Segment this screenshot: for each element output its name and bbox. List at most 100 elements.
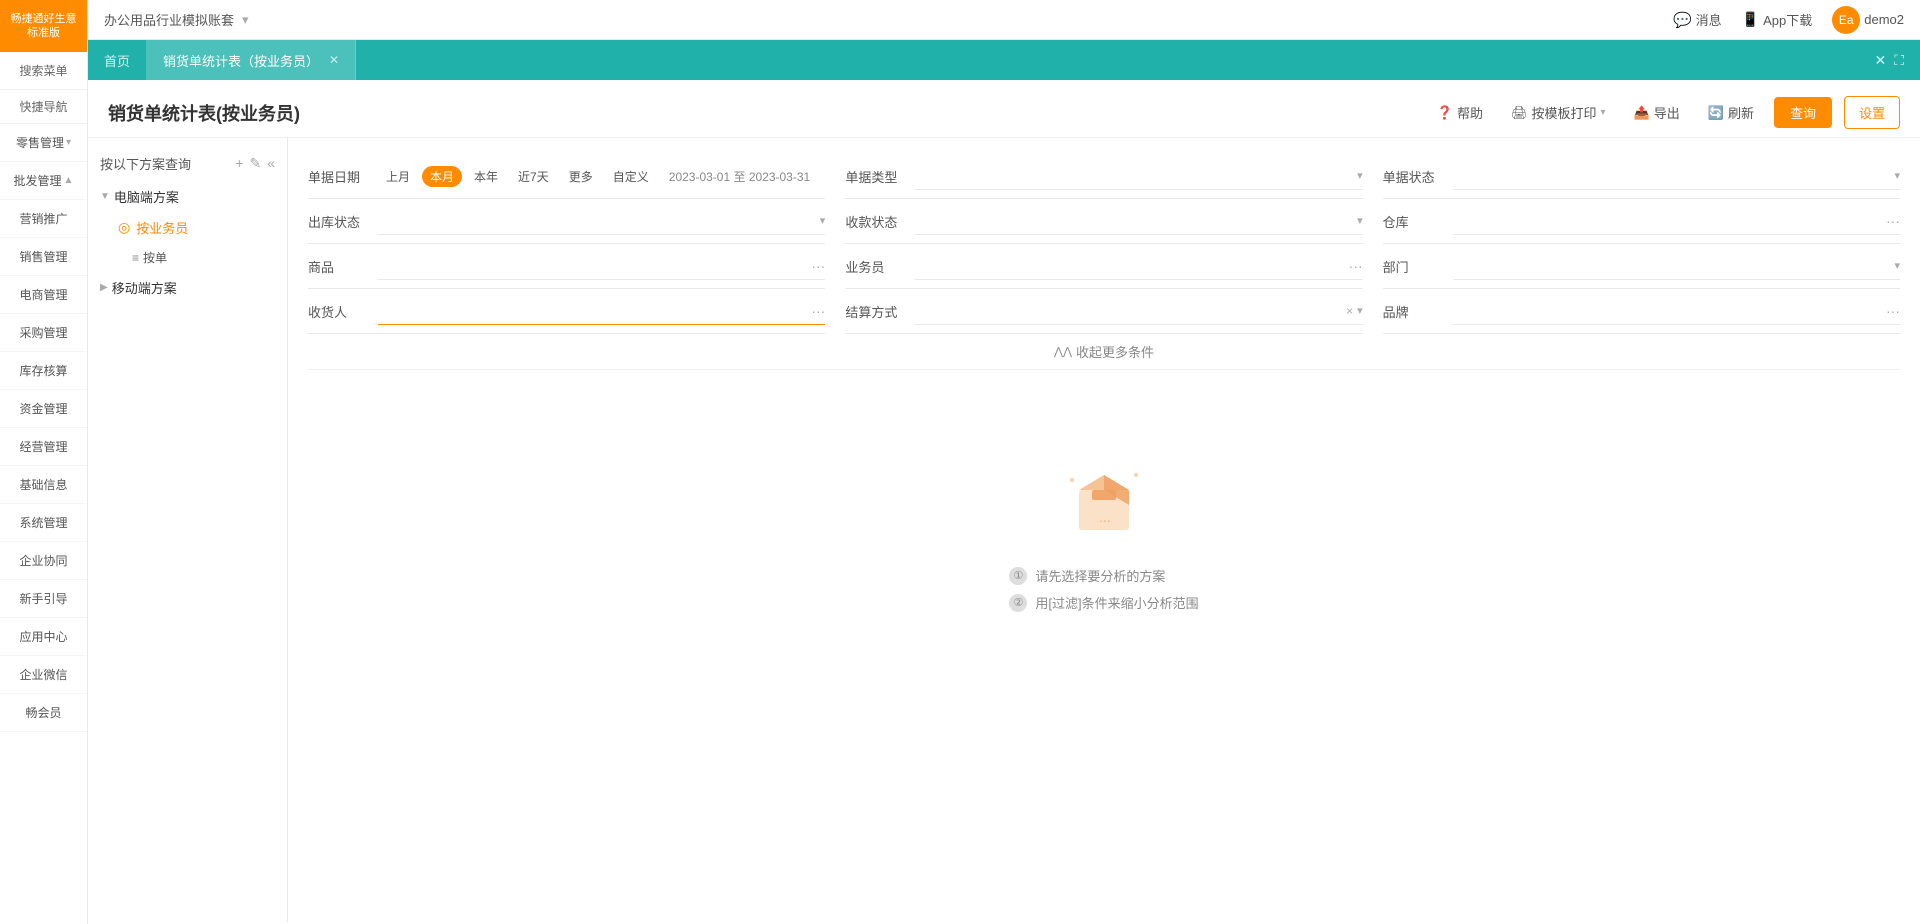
receiver-field[interactable]: ··· <box>378 297 825 325</box>
sidebar-item-marketing[interactable]: 营销推广 <box>0 200 87 238</box>
plan-group-desktop-title[interactable]: ▼ 电脑端方案 <box>88 181 287 212</box>
app-download-icon: 📱 <box>1742 11 1759 28</box>
export-button[interactable]: 📤 导出 <box>1626 99 1688 126</box>
settlement-field[interactable]: × ▾ <box>915 297 1362 325</box>
docstatus-field[interactable]: ▾ <box>1453 162 1900 190</box>
plan-subitem-by-order[interactable]: ≡ 按单 <box>88 243 287 272</box>
page: 销货单统计表(按业务员) ❓ 帮助 🖨 按模板打印 ▾ 📤 导出 <box>88 80 1920 924</box>
receiver-label: 收货人 <box>308 302 378 321</box>
goods-field[interactable]: ··· <box>378 252 825 280</box>
print-arrow-icon: ▾ <box>1601 107 1606 118</box>
date-btn-more[interactable]: 更多 <box>561 166 601 187</box>
edit-plan-icon[interactable]: ✎ <box>249 155 261 172</box>
date-btn-custom[interactable]: 自定义 <box>605 166 657 187</box>
sidebar-item-cooperation-label: 企业协同 <box>19 552 67 569</box>
outstatus-field[interactable]: ▾ <box>378 207 825 235</box>
tab-home-label: 首页 <box>104 51 130 70</box>
sidebar-item-cooperation[interactable]: 企业协同 <box>0 542 87 580</box>
sidebar-item-retail[interactable]: 零售管理 ▾ <box>0 124 87 162</box>
date-btn-this-month[interactable]: 本月 <box>422 166 462 187</box>
collapse-bar[interactable]: ⋀⋀ 收起更多条件 <box>308 334 1900 370</box>
settings-button[interactable]: 设置 <box>1844 96 1900 129</box>
quick-nav[interactable]: 快捷导航 <box>0 90 87 124</box>
tab-close-icon[interactable]: ✕ <box>329 53 339 67</box>
message-label: 消息 <box>1696 10 1722 29</box>
plan-item-by-salesperson[interactable]: ◎ 按业务员 <box>88 212 287 243</box>
export-icon: 📤 <box>1634 105 1650 121</box>
sidebar-item-ecommerce[interactable]: 电商管理 <box>0 276 87 314</box>
sidebar-item-sales[interactable]: 销售管理 <box>0 238 87 276</box>
doctype-field[interactable]: ▾ <box>915 162 1362 190</box>
print-button[interactable]: 🖨 按模板打印 ▾ <box>1503 99 1614 126</box>
tip-num-2: ② <box>1009 594 1027 612</box>
warehouse-field[interactable]: ··· <box>1453 207 1900 235</box>
search-menu[interactable]: 搜索菜单 <box>0 52 87 90</box>
refresh-icon: 🔄 <box>1708 105 1724 121</box>
sidebar-item-operations[interactable]: 经营管理 <box>0 428 87 466</box>
sidebar-item-sales-label: 销售管理 <box>19 248 67 265</box>
receiver-dots-icon: ··· <box>811 303 825 319</box>
topbar-right: 💬 消息 📱 App下载 Ea demo2 <box>1673 6 1904 34</box>
empty-tip-1: ① 请先选择要分析的方案 <box>1009 566 1198 585</box>
filter-cell-brand: 品牌 ··· <box>1383 289 1900 334</box>
sidebar-item-finance[interactable]: 资金管理 <box>0 390 87 428</box>
goods-label: 商品 <box>308 257 378 276</box>
app-download-label: App下载 <box>1763 10 1812 29</box>
date-btn-last-month[interactable]: 上月 <box>378 166 418 187</box>
tab-home[interactable]: 首页 <box>88 40 147 80</box>
nav-items: 零售管理 ▾ 批发管理 ▲ 营销推广 销售管理 电商管理 采购管理 库存核算 资… <box>0 124 87 732</box>
message-item[interactable]: 💬 消息 <box>1673 10 1722 29</box>
refresh-button[interactable]: 🔄 刷新 <box>1700 99 1762 126</box>
sidebar-item-basic[interactable]: 基础信息 <box>0 466 87 504</box>
sidebar-item-weixin[interactable]: 企业微信 <box>0 656 87 694</box>
sidebar-item-vip[interactable]: 畅会员 <box>0 694 87 732</box>
sidebar-item-wholesale[interactable]: 批发管理 ▲ <box>0 162 87 200</box>
collapse-up-icon: ⋀⋀ <box>1054 345 1072 358</box>
topbar: 办公用品行业模拟账套 ▾ 💬 消息 📱 App下载 Ea demo2 <box>88 0 1920 40</box>
add-plan-icon[interactable]: + <box>235 155 243 172</box>
desktop-group-label: 电脑端方案 <box>114 187 179 206</box>
docstatus-arrow-icon: ▾ <box>1894 169 1900 182</box>
salesperson-field[interactable]: ··· <box>915 252 1362 280</box>
sidebar-item-purchase[interactable]: 采购管理 <box>0 314 87 352</box>
user-info[interactable]: Ea demo2 <box>1832 6 1904 34</box>
help-button[interactable]: ❓ 帮助 <box>1429 99 1491 126</box>
brand-field[interactable]: ··· <box>1453 297 1900 325</box>
brand-dots-icon: ··· <box>1886 303 1900 319</box>
print-label: 按模板打印 <box>1532 103 1597 122</box>
sidebar-item-system[interactable]: 系统管理 <box>0 504 87 542</box>
tab-sales-stat[interactable]: 销货单统计表（按业务员） ✕ <box>147 40 356 80</box>
filter-cell-warehouse: 仓库 ··· <box>1383 199 1900 244</box>
settlement-clear-icon[interactable]: × <box>1346 304 1353 318</box>
sidebar-item-basic-label: 基础信息 <box>19 476 67 493</box>
payment-arrow-icon: ▾ <box>1357 214 1363 227</box>
breadcrumb-dropdown-icon[interactable]: ▾ <box>242 12 249 28</box>
plan-group-desktop: ▼ 电脑端方案 ◎ 按业务员 ≡ 按单 <box>88 181 287 272</box>
tab-expand-icon[interactable]: ⛶ <box>1894 52 1904 69</box>
date-btn-7days[interactable]: 近7天 <box>510 166 557 187</box>
tab-close-window-icon[interactable]: ✕ <box>1874 52 1886 69</box>
app-download-item[interactable]: 📱 App下载 <box>1742 10 1813 29</box>
query-button[interactable]: 查询 <box>1774 97 1832 128</box>
tabbar: 首页 销货单统计表（按业务员） ✕ ✕ ⛶ <box>88 40 1920 80</box>
sidebar: 畅捷通好生意 标准版 搜索菜单 快捷导航 零售管理 ▾ 批发管理 ▲ 营销推广 … <box>0 0 88 924</box>
sidebar-item-appcenter[interactable]: 应用中心 <box>0 618 87 656</box>
collapse-panel-icon[interactable]: « <box>267 155 275 172</box>
empty-tip-2: ② 用[过滤]条件来缩小分析范围 <box>1009 593 1198 612</box>
print-icon: 🖨 <box>1511 105 1528 121</box>
warehouse-dots-icon: ··· <box>1886 213 1900 229</box>
dept-label: 部门 <box>1383 257 1453 276</box>
search-menu-label: 搜索菜单 <box>8 62 79 79</box>
docstatus-label: 单据状态 <box>1383 167 1453 186</box>
by-order-icon: ≡ <box>132 251 139 265</box>
sidebar-item-inventory[interactable]: 库存核算 <box>0 352 87 390</box>
sidebar-item-newbie[interactable]: 新手引导 <box>0 580 87 618</box>
date-btn-this-year[interactable]: 本年 <box>466 166 506 187</box>
content-area: 销货单统计表(按业务员) ❓ 帮助 🖨 按模板打印 ▾ 📤 导出 <box>88 80 1920 924</box>
payment-field[interactable]: ▾ <box>915 207 1362 235</box>
page-actions: ❓ 帮助 🖨 按模板打印 ▾ 📤 导出 🔄 刷新 <box>1429 96 1900 129</box>
page-header: 销货单统计表(按业务员) ❓ 帮助 🖨 按模板打印 ▾ 📤 导出 <box>88 80 1920 138</box>
goods-dots-icon: ··· <box>811 258 825 274</box>
dept-field[interactable]: ▾ <box>1453 252 1900 280</box>
plan-group-mobile-title[interactable]: ▶ 移动端方案 <box>88 272 287 303</box>
